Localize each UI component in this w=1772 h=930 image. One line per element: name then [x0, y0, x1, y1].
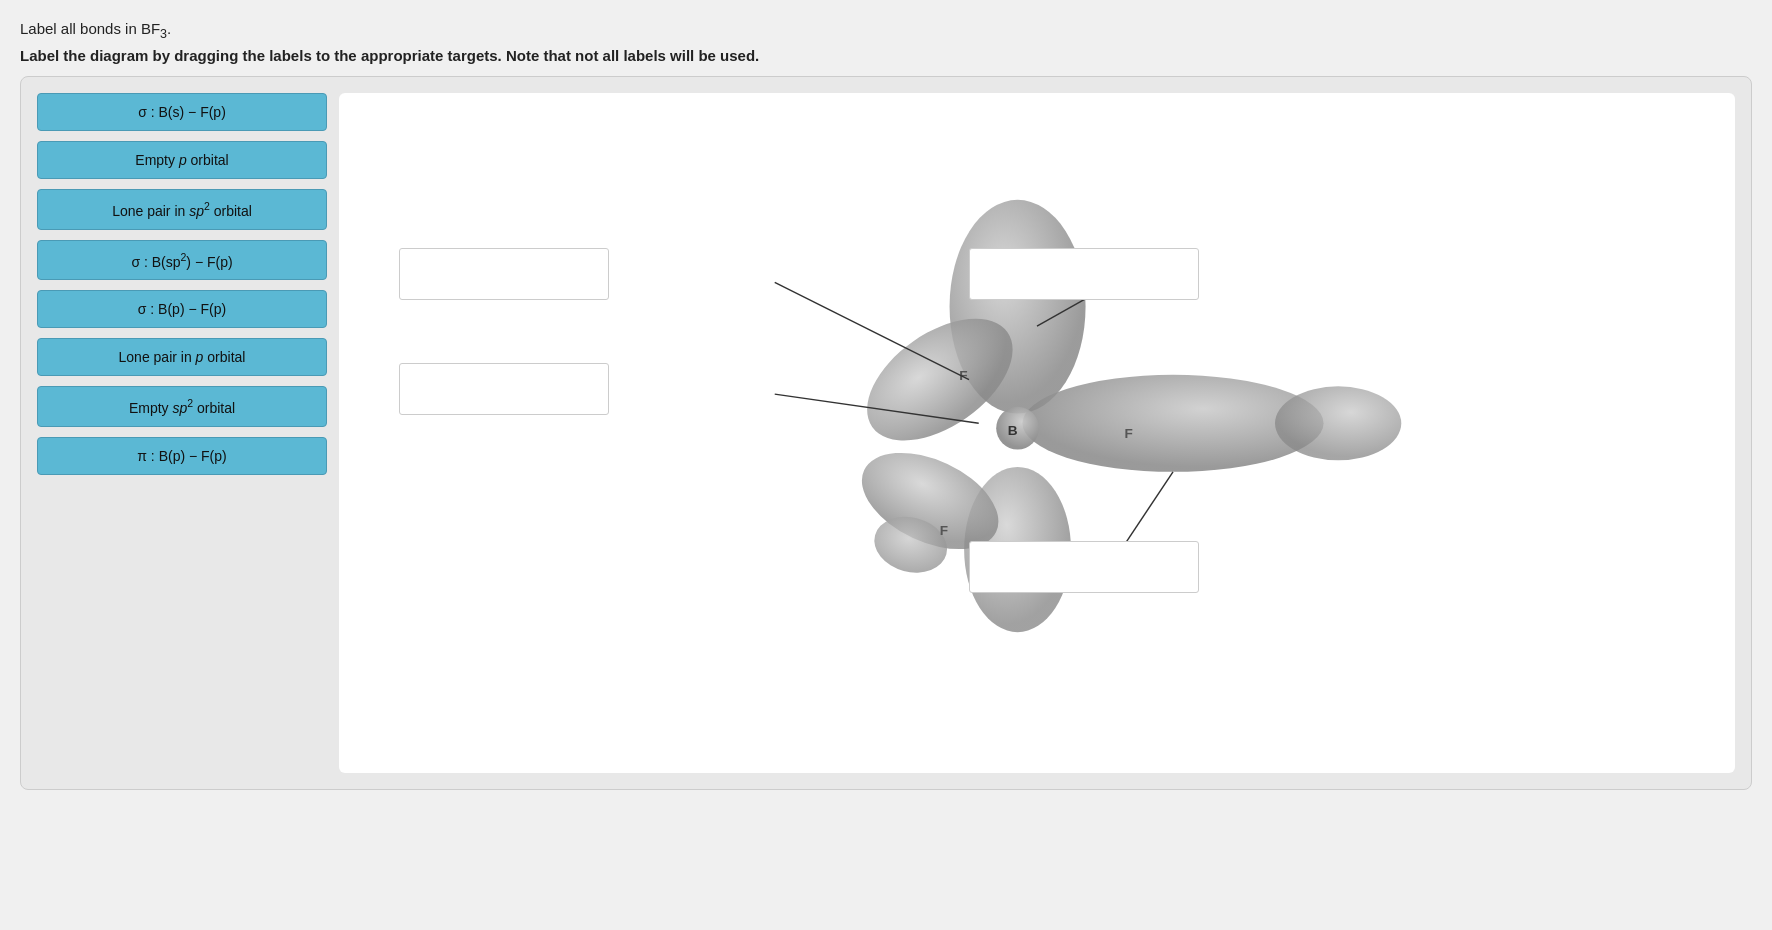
svg-text:F: F: [1124, 426, 1132, 441]
label-empty-p-orbital[interactable]: Empty p orbital: [37, 141, 327, 179]
diagram-area: F F F B: [339, 93, 1735, 773]
svg-text:B: B: [1008, 423, 1018, 438]
instruction-line2: Label the diagram by dragging the labels…: [20, 47, 1752, 64]
main-container: σ : B(s) − F(p) Empty p orbital Lone pai…: [20, 76, 1752, 790]
drop-target-4[interactable]: [969, 541, 1199, 593]
pointer-lines: [339, 93, 1735, 773]
svg-line-12: [775, 282, 969, 379]
svg-point-3: [1275, 386, 1401, 460]
label-sigma-bs-fp[interactable]: σ : B(s) − F(p): [37, 93, 327, 131]
drop-target-1[interactable]: [399, 248, 609, 300]
svg-point-6: [868, 509, 953, 581]
label-sigma-bsp2-fp[interactable]: σ : B(sp2) − F(p): [37, 240, 327, 281]
label-lone-pair-sp2[interactable]: Lone pair in sp2 orbital: [37, 189, 327, 230]
svg-point-2: [1022, 375, 1323, 472]
svg-point-0: [950, 200, 1086, 414]
label-lone-pair-p[interactable]: Lone pair in p orbital: [37, 338, 327, 376]
svg-point-4: [845, 294, 1034, 465]
label-sigma-bp-fp[interactable]: σ : B(p) − F(p): [37, 290, 327, 328]
label-pi-bp-fp[interactable]: π : B(p) − F(p): [37, 437, 327, 475]
svg-text:F: F: [940, 523, 948, 538]
label-empty-sp2-orbital[interactable]: Empty sp2 orbital: [37, 386, 327, 427]
svg-point-7: [996, 407, 1039, 450]
orbital-illustration: F F F B: [339, 93, 1735, 773]
drop-target-3[interactable]: [969, 248, 1199, 300]
instructions-block: Label all bonds in BF3. Label the diagra…: [20, 20, 1752, 64]
labels-panel: σ : B(s) − F(p) Empty p orbital Lone pai…: [37, 93, 327, 773]
instruction-line1: Label all bonds in BF3.: [20, 20, 1752, 41]
svg-text:F: F: [959, 368, 967, 383]
drop-target-2[interactable]: [399, 363, 609, 415]
svg-line-13: [775, 394, 979, 423]
